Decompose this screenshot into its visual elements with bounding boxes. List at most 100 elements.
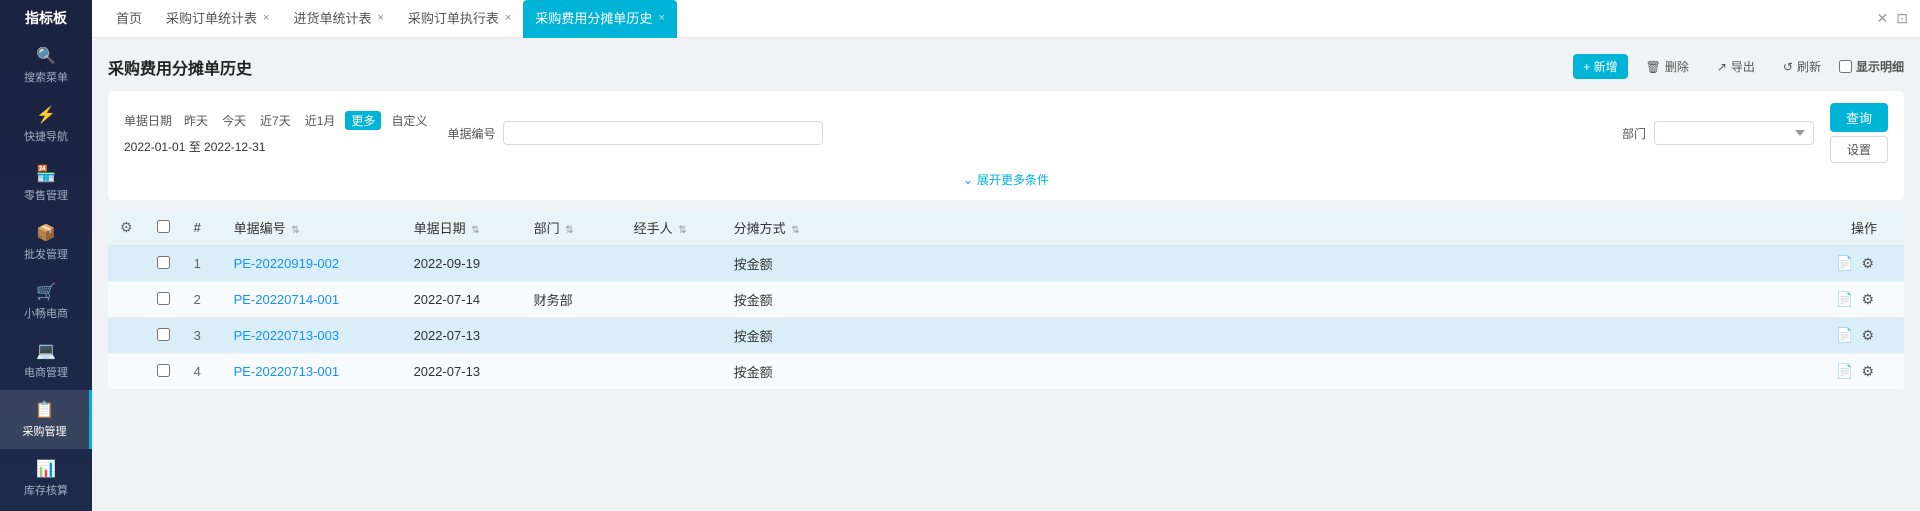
billno-sort-icon[interactable]: ⇅ bbox=[291, 225, 299, 236]
sidebar-item-quick-nav[interactable]: ⚡ 快捷导航 bbox=[0, 95, 92, 154]
expand-label: 展开更多条件 bbox=[977, 171, 1049, 188]
row-num-cell: 1 bbox=[182, 246, 222, 282]
row-billno-cell: PE-20220713-001 bbox=[222, 354, 402, 390]
col-date-label: 单据日期 bbox=[414, 221, 466, 236]
row-handler-cell bbox=[622, 282, 722, 318]
date-option-1month[interactable]: 近1月 bbox=[301, 111, 340, 130]
refresh-button[interactable]: ↺ 刷新 bbox=[1773, 54, 1831, 79]
display-toggle[interactable]: 显示明细 bbox=[1839, 58, 1904, 75]
row-action-cell: 📄 ⚙ bbox=[1824, 246, 1904, 282]
date-filter-label: 单据日期 bbox=[124, 112, 172, 129]
filter-settings-button[interactable]: 设置 bbox=[1830, 136, 1888, 163]
row-checkbox[interactable] bbox=[157, 256, 170, 269]
row-split-cell: 按金额 bbox=[722, 246, 1824, 282]
dept-label: 部门 bbox=[1622, 125, 1646, 142]
date-sort-icon[interactable]: ⇅ bbox=[471, 225, 479, 236]
date-option-today[interactable]: 今天 bbox=[218, 111, 250, 130]
tab-purchase-order-exec[interactable]: 采购订单执行表 × bbox=[396, 0, 523, 38]
tab-close-purchase-goods-stats[interactable]: × bbox=[377, 12, 383, 24]
row-action-cell: 📄 ⚙ bbox=[1824, 318, 1904, 354]
export-icon: ↗ bbox=[1717, 60, 1727, 74]
row-billno-cell: PE-20220919-002 bbox=[222, 246, 402, 282]
billno-link[interactable]: PE-20220713-003 bbox=[234, 328, 340, 343]
handler-sort-icon[interactable]: ⇅ bbox=[678, 225, 686, 236]
billno-link[interactable]: PE-20220714-001 bbox=[234, 292, 340, 307]
dept-select[interactable] bbox=[1654, 121, 1814, 145]
date-options: 昨天 今天 近7天 近1月 更多 自定义 bbox=[180, 111, 431, 130]
row-edit-icon[interactable]: 📄 bbox=[1836, 363, 1853, 380]
query-button[interactable]: 查询 bbox=[1830, 103, 1888, 132]
row-check-cell bbox=[145, 246, 182, 282]
row-delete-icon[interactable]: ⚙ bbox=[1861, 291, 1874, 308]
sidebar-item-wholesale[interactable]: 📦 批发管理 bbox=[0, 213, 92, 272]
date-option-yesterday[interactable]: 昨天 bbox=[180, 111, 212, 130]
dept-filter-group: 部门 bbox=[1622, 121, 1814, 145]
add-button[interactable]: + 新增 bbox=[1573, 54, 1627, 79]
row-checkbox[interactable] bbox=[157, 292, 170, 305]
expand-filters-button[interactable]: ⌄ 展开更多条件 bbox=[963, 171, 1049, 188]
sidebar-item-search[interactable]: 🔍 搜索菜单 bbox=[0, 36, 92, 95]
data-table: ⚙ # 单据编号 ⇅ 单据日期 ⇅ bbox=[108, 210, 1904, 390]
row-delete-icon[interactable]: ⚙ bbox=[1861, 363, 1874, 380]
tab-close-purchase-fee-split[interactable]: × bbox=[658, 12, 664, 24]
select-all-checkbox[interactable] bbox=[157, 220, 170, 233]
date-option-custom[interactable]: 自定义 bbox=[387, 111, 431, 130]
row-edit-icon[interactable]: 📄 bbox=[1836, 255, 1853, 272]
row-settings-cell bbox=[108, 318, 145, 354]
date-option-7days[interactable]: 近7天 bbox=[256, 111, 295, 130]
row-edit-icon[interactable]: 📄 bbox=[1836, 327, 1853, 344]
sidebar-item-mini-shop[interactable]: 🛒 小畅电商 bbox=[0, 272, 92, 331]
date-filter-group: 单据日期 昨天 今天 近7天 近1月 更多 自定义 2022-01-01 至 2… bbox=[124, 111, 431, 155]
tab-purchase-fee-split-label: 采购费用分摊单历史 bbox=[535, 8, 652, 27]
table-settings-icon[interactable]: ⚙ bbox=[120, 219, 133, 235]
delete-button[interactable]: 🗑 删除 bbox=[1636, 54, 1699, 79]
table-row: 3 PE-20220713-003 2022-07-13 按金额 📄 ⚙ bbox=[108, 318, 1904, 354]
sidebar-item-ecommerce[interactable]: 💻 电商管理 bbox=[0, 331, 92, 390]
row-check-cell bbox=[145, 282, 182, 318]
row-edit-icon[interactable]: 📄 bbox=[1836, 291, 1853, 308]
row-checkbox[interactable] bbox=[157, 328, 170, 341]
tab-home[interactable]: 首页 bbox=[104, 0, 154, 38]
tab-purchase-order-stats[interactable]: 采购订单统计表 × bbox=[154, 0, 281, 38]
date-option-more[interactable]: 更多 bbox=[345, 111, 381, 130]
sidebar-item-purchase[interactable]: 📋 采购管理 bbox=[0, 390, 92, 449]
purchase-icon: 📋 bbox=[35, 400, 55, 420]
row-checkbox[interactable] bbox=[157, 364, 170, 377]
row-delete-icon[interactable]: ⚙ bbox=[1861, 327, 1874, 344]
split-sort-icon[interactable]: ⇅ bbox=[791, 225, 799, 236]
tab-purchase-goods-stats[interactable]: 进货单统计表 × bbox=[281, 0, 395, 38]
col-check-header bbox=[145, 210, 182, 246]
billno-filter-group: 单据编号 bbox=[447, 121, 1606, 145]
sidebar-logo-text: 指标板 bbox=[25, 8, 67, 28]
dept-sort-icon[interactable]: ⇅ bbox=[565, 225, 573, 236]
row-action-cell: 📄 ⚙ bbox=[1824, 282, 1904, 318]
sidebar-item-inventory[interactable]: 📊 库存核算 bbox=[0, 449, 92, 508]
sidebar-item-label: 零售管理 bbox=[24, 187, 68, 203]
row-num-cell: 2 bbox=[182, 282, 222, 318]
row-check-cell bbox=[145, 354, 182, 390]
close-window-icon[interactable]: ✕ bbox=[1877, 10, 1889, 27]
export-button[interactable]: ↗ 导出 bbox=[1707, 54, 1765, 79]
table-row: 2 PE-20220714-001 2022-07-14 财务部 按金额 📄 ⚙ bbox=[108, 282, 1904, 318]
sidebar-item-retail[interactable]: 🏪 零售管理 bbox=[0, 154, 92, 213]
tab-window-actions: ✕ ⊡ bbox=[1877, 10, 1908, 27]
col-split-header: 分摊方式 ⇅ bbox=[722, 210, 1824, 246]
tab-close-purchase-order-stats[interactable]: × bbox=[263, 12, 269, 24]
col-action-label: 操作 bbox=[1851, 221, 1877, 236]
display-toggle-checkbox[interactable] bbox=[1839, 60, 1852, 73]
tab-close-purchase-order-exec[interactable]: × bbox=[505, 12, 511, 24]
row-delete-icon[interactable]: ⚙ bbox=[1861, 255, 1874, 272]
row-handler-cell bbox=[622, 318, 722, 354]
tab-purchase-fee-split[interactable]: 采购费用分摊单历史 × bbox=[523, 0, 676, 38]
billno-link[interactable]: PE-20220713-001 bbox=[234, 364, 340, 379]
billno-link[interactable]: PE-20220919-002 bbox=[234, 256, 340, 271]
restore-window-icon[interactable]: ⊡ bbox=[1896, 10, 1908, 27]
row-dept-cell: 财务部 bbox=[522, 282, 622, 318]
col-num-header: # bbox=[182, 210, 222, 246]
delete-icon: 🗑 bbox=[1646, 60, 1661, 74]
billno-input[interactable] bbox=[503, 121, 823, 145]
expand-icon: ⌄ bbox=[963, 173, 973, 187]
tab-home-label: 首页 bbox=[116, 8, 142, 27]
display-toggle-label: 显示明细 bbox=[1856, 58, 1904, 75]
toolbar: + 新增 🗑 删除 ↗ 导出 ↺ 刷新 显示明细 bbox=[1573, 54, 1904, 79]
